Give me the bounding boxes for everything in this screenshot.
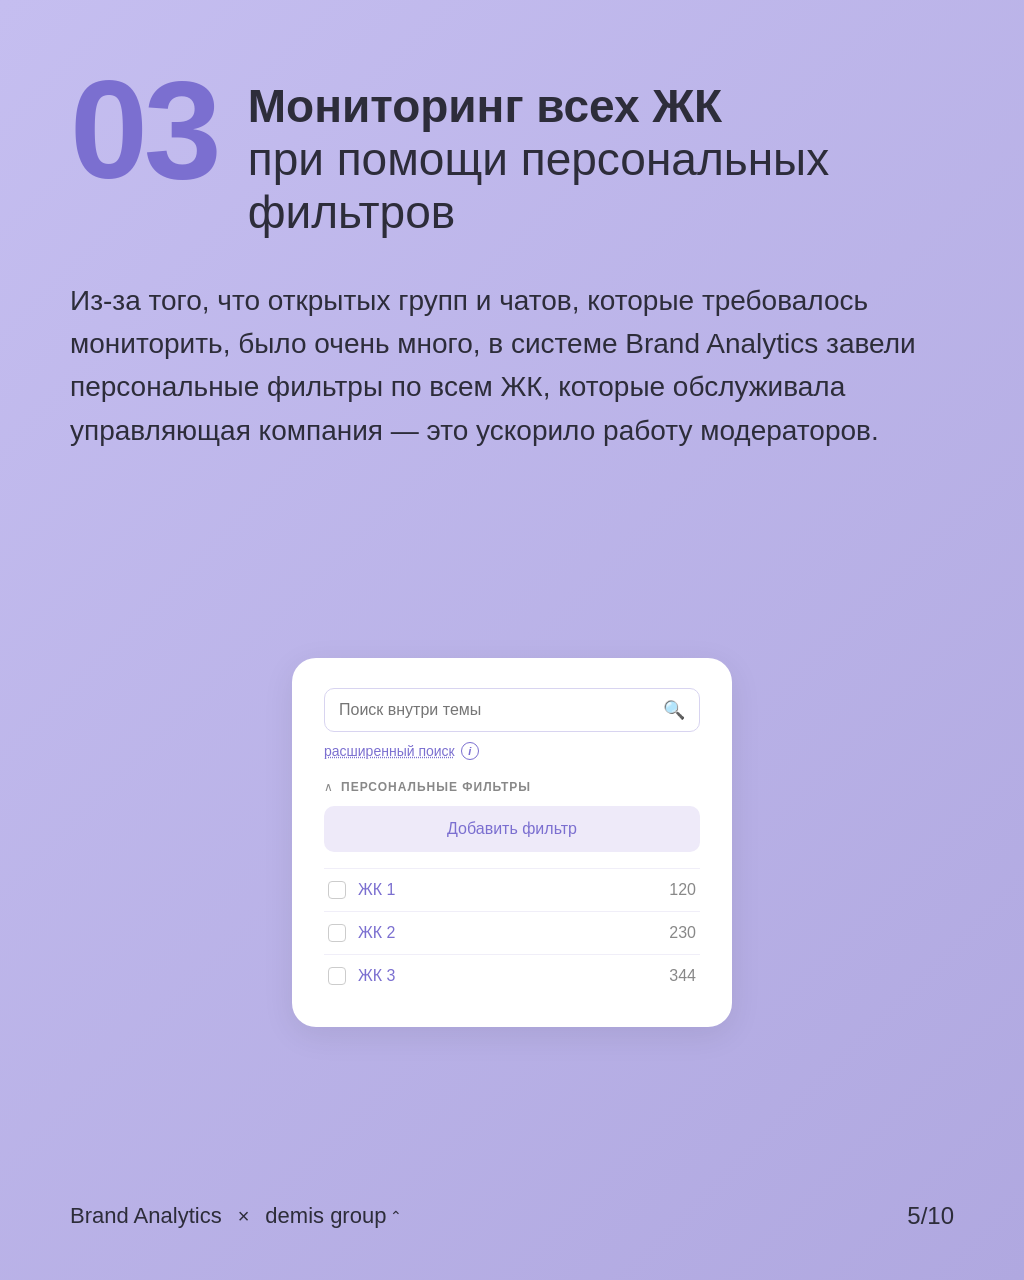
step-number: 03 <box>70 60 218 200</box>
footer: Brand Analytics × demis group ⌃ 5/10 <box>70 1182 954 1230</box>
filter-name-2: ЖК 2 <box>358 924 669 942</box>
description-text: Из-за того, что открытых групп и чатов, … <box>70 279 940 453</box>
filter-count-3: 344 <box>669 967 696 985</box>
brand-name: Brand Analytics <box>70 1203 222 1229</box>
advanced-search-link[interactable]: расширенный поиск <box>324 743 455 759</box>
filter-item-2: ЖК 2 230 <box>324 911 700 954</box>
main-title: Мониторинг всех ЖК <box>248 80 829 133</box>
search-icon: 🔍 <box>663 699 685 721</box>
filter-count-2: 230 <box>669 924 696 942</box>
filter-name-1: ЖК 1 <box>358 881 669 899</box>
filter-card: 🔍 расширенный поиск i ∧ ПЕРСОНАЛЬНЫЕ ФИЛ… <box>292 658 732 1027</box>
page-counter: 5/10 <box>907 1202 954 1230</box>
footer-separator: × <box>238 1205 250 1228</box>
filter-checkbox-2[interactable] <box>328 924 346 942</box>
footer-left: Brand Analytics × demis group ⌃ <box>70 1203 402 1229</box>
partner-name: demis group <box>265 1203 386 1229</box>
subtitle-line3: фильтров <box>248 186 829 239</box>
section-label: ПЕРСОНАЛЬНЫЕ ФИЛЬТРЫ <box>341 780 531 794</box>
filter-list: ЖК 1 120 ЖК 2 230 ЖК 3 344 <box>324 868 700 997</box>
subtitle-line2: при помощи персональных <box>248 133 829 186</box>
page-container: 03 Мониторинг всех ЖК при помощи персона… <box>0 0 1024 1280</box>
add-filter-button[interactable]: Добавить фильтр <box>324 806 700 852</box>
info-icon[interactable]: i <box>461 742 479 760</box>
title-block: Мониторинг всех ЖК при помощи персональн… <box>248 60 829 239</box>
filter-count-1: 120 <box>669 881 696 899</box>
chevron-up-icon: ∧ <box>324 780 333 794</box>
filter-item-3: ЖК 3 344 <box>324 954 700 997</box>
header-section: 03 Мониторинг всех ЖК при помощи персона… <box>70 60 954 239</box>
partner-logo: demis group ⌃ <box>265 1203 402 1229</box>
section-header: ∧ ПЕРСОНАЛЬНЫЕ ФИЛЬТРЫ <box>324 780 700 794</box>
partner-logo-icon: ⌃ <box>390 1208 402 1224</box>
filter-item-1: ЖК 1 120 <box>324 868 700 911</box>
card-wrapper: 🔍 расширенный поиск i ∧ ПЕРСОНАЛЬНЫЕ ФИЛ… <box>70 502 954 1182</box>
advanced-search: расширенный поиск i <box>324 742 700 760</box>
search-input[interactable] <box>339 701 663 719</box>
filter-checkbox-3[interactable] <box>328 967 346 985</box>
filter-checkbox-1[interactable] <box>328 881 346 899</box>
search-box[interactable]: 🔍 <box>324 688 700 732</box>
filter-name-3: ЖК 3 <box>358 967 669 985</box>
